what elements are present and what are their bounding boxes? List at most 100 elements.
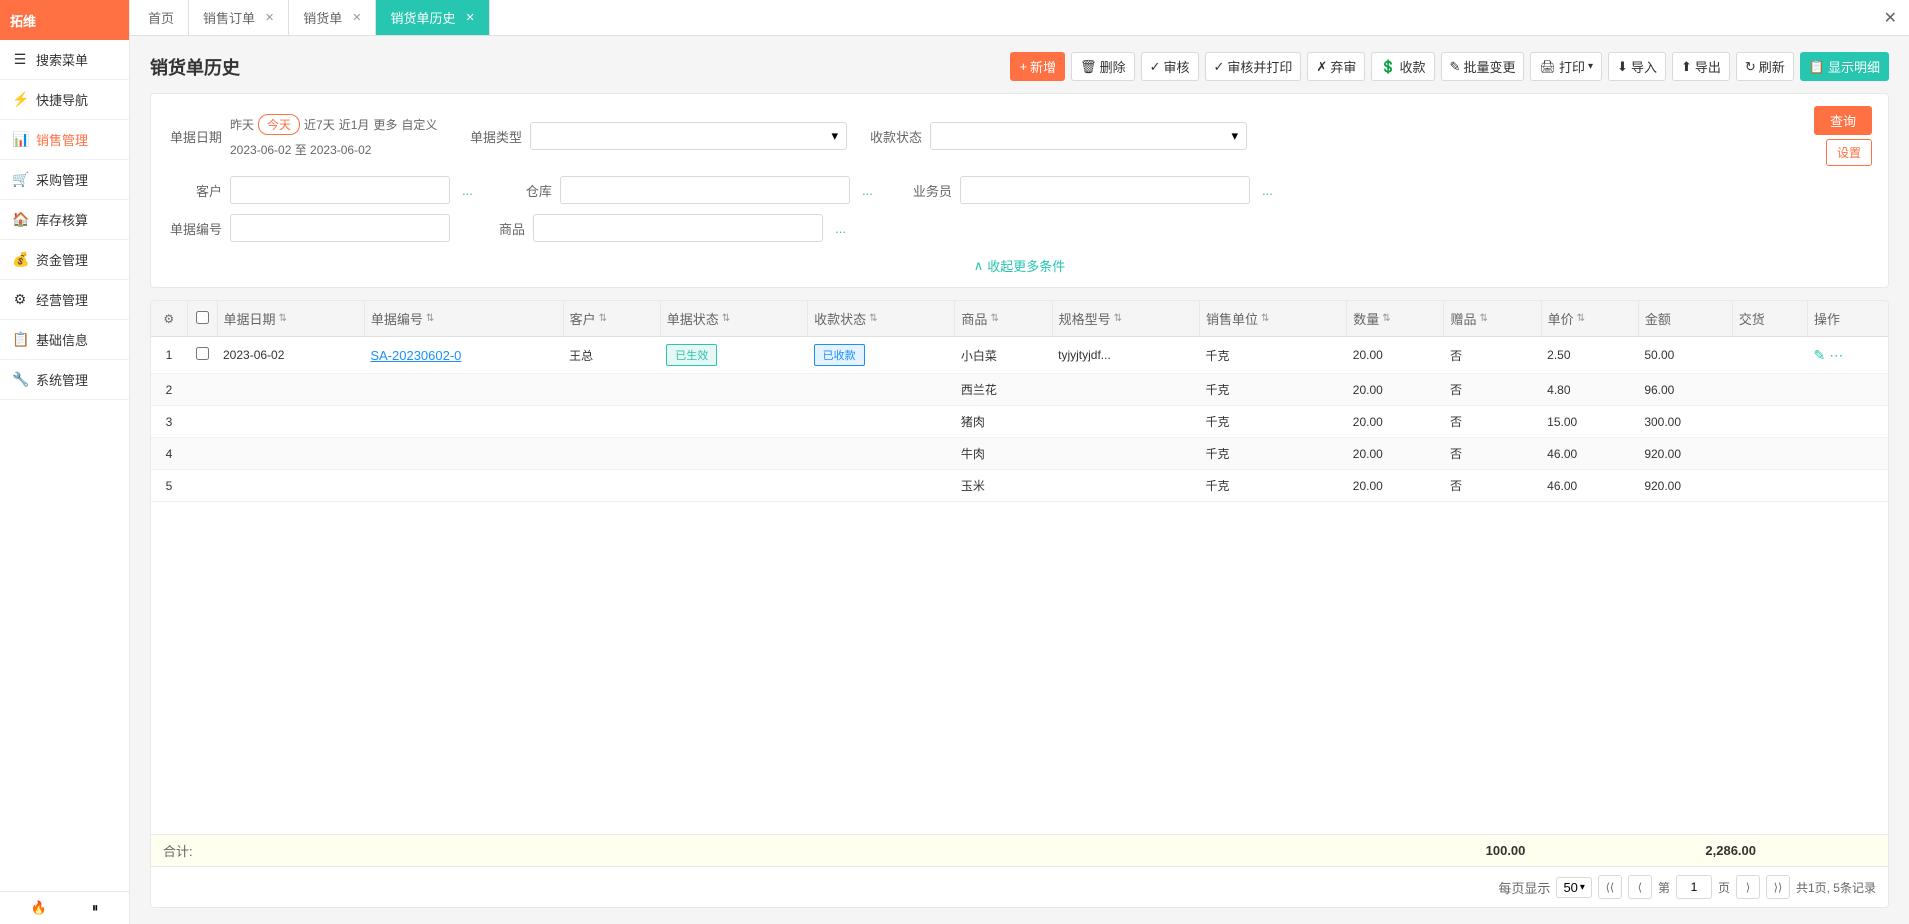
receive-button[interactable]: 💲 收款 — [1371, 52, 1434, 81]
date-tab-7days[interactable]: 近7天 — [304, 116, 335, 133]
audit-button[interactable]: ✓ 审核 — [1141, 52, 1199, 81]
window-close-button[interactable]: ✕ — [1872, 8, 1909, 28]
th-payment-status[interactable]: 收款状态⇅ — [808, 301, 955, 337]
tab-sales-history[interactable]: 销货单历史 ✕ — [376, 0, 489, 35]
select-all-checkbox[interactable] — [196, 311, 209, 324]
settings-button[interactable]: 设置 — [1826, 139, 1872, 166]
sidebar-item-inventory[interactable]: 🏠 库存核算 — [0, 200, 129, 240]
detail-icon: 📋 — [1809, 59, 1825, 75]
page-size-select[interactable]: 50 ▾ — [1556, 877, 1592, 898]
th-checkbox[interactable] — [187, 301, 217, 337]
sidebar-item-sys-mgmt[interactable]: 🔧 系统管理 — [0, 360, 129, 400]
customer-input[interactable] — [230, 176, 450, 204]
th-doc-no[interactable]: 单据编号⇅ — [364, 301, 563, 337]
batch-change-icon: ✎ — [1450, 59, 1461, 75]
fire-icon[interactable]: 🔥 — [31, 900, 47, 916]
date-tab-more[interactable]: 更多 — [373, 116, 397, 133]
th-sales-unit[interactable]: 销售单位⇅ — [1199, 301, 1346, 337]
tab-home[interactable]: 首页 — [130, 0, 189, 35]
th-unit-price[interactable]: 单价⇅ — [1541, 301, 1638, 337]
goods-ellipsis-button[interactable]: ... — [831, 221, 850, 236]
tab-sales-order[interactable]: 销售订单 ✕ — [189, 0, 289, 35]
batch-change-button[interactable]: ✎ 批量变更 — [1441, 52, 1525, 81]
refresh-button[interactable]: ↻ 刷新 — [1736, 52, 1794, 81]
delete-button[interactable]: 🗑 删除 — [1071, 52, 1135, 81]
sidebar-item-purchase-mgmt[interactable]: 🛒 采购管理 — [0, 160, 129, 200]
doc-no-input[interactable] — [230, 214, 450, 242]
print-button[interactable]: 🖨 打印 ▾ — [1530, 52, 1602, 81]
cell-amount: 920.00 — [1638, 470, 1732, 502]
cell-checkbox[interactable] — [187, 337, 217, 374]
date-tab-1month[interactable]: 近1月 — [339, 116, 370, 133]
sidebar-item-basic-info[interactable]: 📋 基础信息 — [0, 320, 129, 360]
audit-print-button[interactable]: ✓ 审核并打印 — [1205, 52, 1302, 81]
prev-page-button[interactable]: ⟨ — [1628, 875, 1652, 899]
tab-sales-goods[interactable]: 销货单 ✕ — [289, 0, 376, 35]
cell-row-num: 4 — [151, 438, 187, 470]
sidebar-item-search-menu[interactable]: ☰ 搜索菜单 — [0, 40, 129, 80]
query-button[interactable]: 查询 — [1814, 106, 1872, 135]
new-button[interactable]: + 新增 — [1010, 52, 1065, 81]
th-qty[interactable]: 数量⇅ — [1347, 301, 1444, 337]
th-doc-date[interactable]: 单据日期⇅ — [217, 301, 364, 337]
more-op-button[interactable]: ⋯ — [1829, 347, 1843, 364]
payment-status-select[interactable]: ▾ — [930, 122, 1247, 150]
tab-close-sales-goods[interactable]: ✕ — [352, 11, 361, 24]
page-suffix: 页 — [1718, 879, 1730, 896]
abandon-button[interactable]: ✗ 弃审 — [1307, 52, 1365, 81]
cell-operation: ✎⋯ — [1807, 337, 1888, 374]
th-spec-type[interactable]: 规格型号⇅ — [1052, 301, 1199, 337]
customer-ellipsis-button[interactable]: ... — [458, 183, 477, 198]
sort-icon-gift: ⇅ — [1479, 313, 1487, 324]
last-page-button[interactable]: ⟩⟩ — [1766, 875, 1790, 899]
tab-close-sales-history[interactable]: ✕ — [466, 11, 475, 24]
import-button[interactable]: ⬇ 导入 — [1608, 52, 1666, 81]
cell-checkbox[interactable] — [187, 438, 217, 470]
show-detail-button[interactable]: 📋 显示明细 — [1800, 52, 1889, 81]
sidebar-item-quick-nav[interactable]: ⚡ 快捷导航 — [0, 80, 129, 120]
row-checkbox[interactable] — [196, 347, 209, 360]
edit-op-button[interactable]: ✎ — [1813, 347, 1825, 364]
doc-type-select[interactable]: ▾ — [530, 122, 847, 150]
next-page-button[interactable]: ⟩ — [1736, 875, 1760, 899]
pause-icon[interactable]: ⏸ — [92, 900, 99, 916]
export-button[interactable]: ⬆ 导出 — [1672, 52, 1730, 81]
date-tab-today[interactable]: 今天 — [258, 114, 300, 135]
th-doc-status[interactable]: 单据状态⇅ — [660, 301, 807, 337]
cell-checkbox[interactable] — [187, 470, 217, 502]
date-tab-yesterday[interactable]: 昨天 — [230, 116, 254, 133]
cell-payment-status: 已收款 — [808, 337, 955, 374]
page-number-input[interactable] — [1676, 875, 1712, 899]
cell-doc-no — [364, 470, 563, 502]
date-tab-custom[interactable]: 自定义 — [401, 116, 437, 133]
date-picker[interactable]: 昨天 今天 近7天 近1月 更多 自定义 2023-06-02 至 2023-0… — [230, 114, 437, 158]
salesperson-input[interactable] — [960, 176, 1250, 204]
cell-checkbox[interactable] — [187, 374, 217, 406]
cell-doc-date: 2023-06-02 — [217, 337, 364, 374]
sidebar-item-ops-mgmt[interactable]: ⚙ 经营管理 — [0, 280, 129, 320]
th-customer[interactable]: 客户⇅ — [563, 301, 660, 337]
sales-mgmt-icon: 📊 — [12, 131, 28, 148]
customer-label: 客户 — [167, 181, 222, 200]
first-page-button[interactable]: ⟨⟨ — [1598, 875, 1622, 899]
audit-icon: ✓ — [1150, 59, 1161, 75]
sidebar-item-finance-mgmt[interactable]: 💰 资金管理 — [0, 240, 129, 280]
goods-input[interactable] — [533, 214, 823, 242]
th-settings[interactable]: ⚙ — [151, 301, 187, 337]
cell-trade — [1732, 438, 1807, 470]
doc-no-link[interactable]: SA-20230602-0 — [370, 348, 461, 363]
tab-close-sales-order[interactable]: ✕ — [265, 11, 274, 24]
cell-checkbox[interactable] — [187, 406, 217, 438]
warehouse-ellipsis-button[interactable]: ... — [858, 183, 877, 198]
sidebar-item-sales-mgmt[interactable]: 📊 销售管理 — [0, 120, 129, 160]
cell-doc-status — [660, 470, 807, 502]
filter-section: 单据日期 昨天 今天 近7天 近1月 更多 自定义 2023-06-02 至 2… — [150, 93, 1889, 288]
warehouse-input[interactable] — [560, 176, 850, 204]
delete-icon: 🗑 — [1080, 59, 1097, 75]
salesperson-ellipsis-button[interactable]: ... — [1258, 183, 1277, 198]
th-gift[interactable]: 赠品⇅ — [1444, 301, 1541, 337]
collapse-more-button[interactable]: ∧ 收起更多条件 — [167, 252, 1872, 275]
th-goods[interactable]: 商品⇅ — [955, 301, 1052, 337]
cell-unit-price: 2.50 — [1541, 337, 1638, 374]
sort-icon-qty: ⇅ — [1382, 313, 1390, 324]
